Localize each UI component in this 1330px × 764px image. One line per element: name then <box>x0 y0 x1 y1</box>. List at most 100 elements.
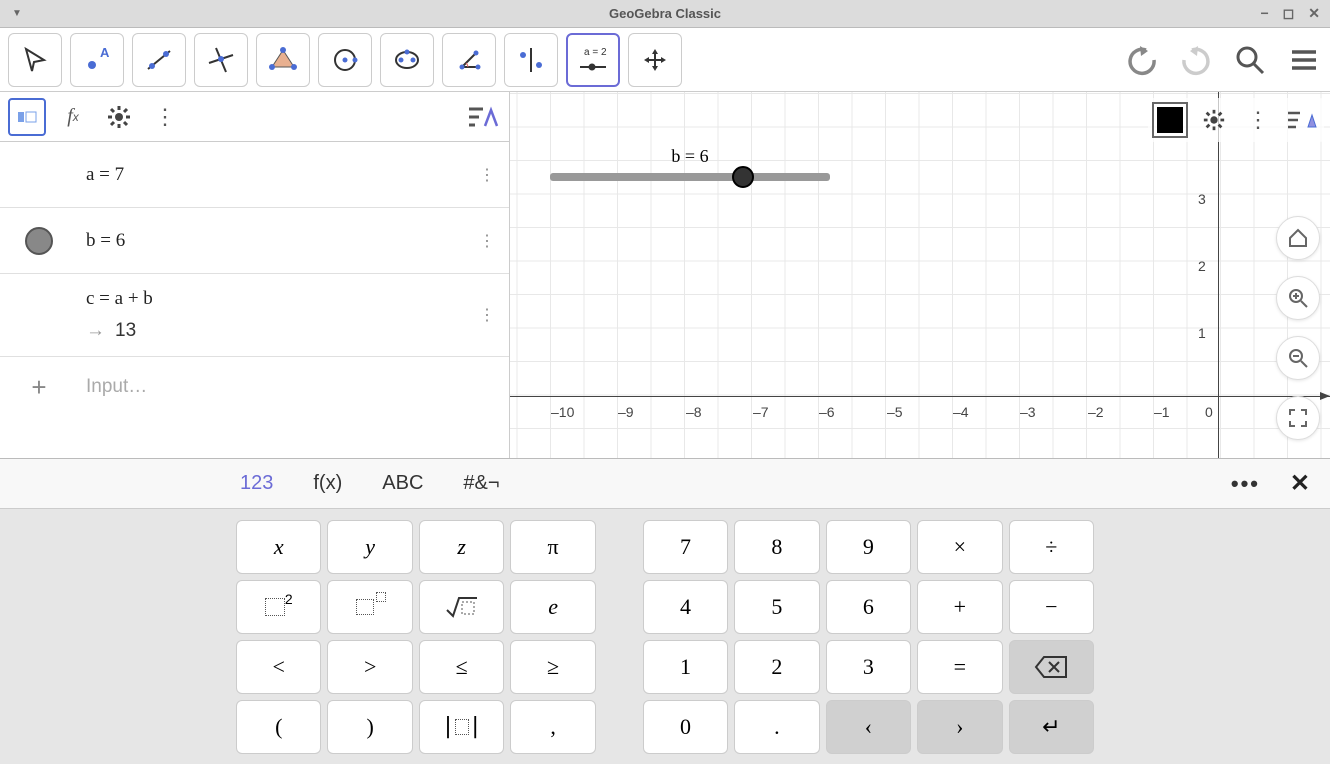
x-tick-label: –3 <box>1020 404 1036 420</box>
window-title: GeoGebra Classic <box>609 6 721 21</box>
reflect-tool[interactable] <box>504 33 558 87</box>
algebra-item-more[interactable]: ⋮ <box>465 231 509 251</box>
redo-button[interactable] <box>1178 42 1214 78</box>
algebra-item-more[interactable]: ⋮ <box>465 165 509 185</box>
add-input-button[interactable]: + <box>0 372 78 403</box>
kb-key-z[interactable]: z <box>419 520 504 574</box>
polygon-tool[interactable] <box>256 33 310 87</box>
kb-key-[interactable]: = <box>917 640 1002 694</box>
kb-key-8[interactable]: 8 <box>734 520 819 574</box>
line-tool[interactable] <box>132 33 186 87</box>
kb-key-[interactable]: . <box>734 700 819 754</box>
kb-key-9[interactable]: 9 <box>826 520 911 574</box>
kb-key-5[interactable]: 5 <box>734 580 819 634</box>
graphics-more-button[interactable]: ⋮ <box>1240 102 1276 138</box>
algebra-item-more[interactable]: ⋮ <box>465 305 509 325</box>
x-tick-label: –6 <box>819 404 835 420</box>
visibility-marble[interactable] <box>0 227 78 255</box>
kb-key-e[interactable]: e <box>510 580 595 634</box>
sort-button[interactable] <box>463 98 501 136</box>
kb-key-[interactable]: π <box>510 520 595 574</box>
algebra-input[interactable] <box>78 368 509 406</box>
kb-key-[interactable]: ↵ <box>1009 700 1094 754</box>
kb-key-4[interactable]: 4 <box>643 580 728 634</box>
kb-key-6[interactable]: 6 <box>826 580 911 634</box>
search-button[interactable] <box>1232 42 1268 78</box>
point-tool[interactable]: A <box>70 33 124 87</box>
home-button[interactable] <box>1276 216 1320 260</box>
kb-key-3[interactable]: 3 <box>826 640 911 694</box>
kb-key-[interactable]: − <box>1009 580 1094 634</box>
x-tick-label: 0 <box>1205 404 1213 420</box>
move-graphics-tool[interactable] <box>628 33 682 87</box>
kb-tab-abc[interactable]: ABC <box>382 472 423 495</box>
zoom-out-button[interactable] <box>1276 336 1320 380</box>
kb-key-2[interactable]: 2 <box>734 640 819 694</box>
kb-key-1[interactable]: 1 <box>643 640 728 694</box>
kb-key-[interactable]: > <box>327 640 412 694</box>
kb-key-[interactable]: › <box>917 700 1002 754</box>
undo-button[interactable] <box>1124 42 1160 78</box>
fullscreen-button[interactable] <box>1276 396 1320 440</box>
kb-key-x[interactable]: x <box>236 520 321 574</box>
slider-b-track[interactable] <box>550 173 830 181</box>
kb-tab-sym[interactable]: #&¬ <box>463 472 499 495</box>
kb-key-[interactable] <box>419 580 504 634</box>
app-menu-dropdown-icon[interactable]: ▼ <box>12 8 22 19</box>
kb-key-[interactable]: + <box>917 580 1002 634</box>
algebra-expression[interactable]: c = a + b→13 <box>78 274 465 356</box>
graphics-style-button[interactable] <box>1284 102 1320 138</box>
algebra-item[interactable]: c = a + b→13⋮ <box>0 274 509 357</box>
kb-tab-123[interactable]: 123 <box>240 472 273 495</box>
kb-key-[interactable]: ) <box>327 700 412 754</box>
kb-key-[interactable]: ( <box>236 700 321 754</box>
graphics-view[interactable]: –10–9–8–7–6–5–4–3–2–10123 b = 6 ⋮ <box>510 92 1330 458</box>
algebra-expression[interactable]: b = 6 <box>78 216 465 266</box>
menu-button[interactable] <box>1286 42 1322 78</box>
circle-tool[interactable] <box>318 33 372 87</box>
kb-key-[interactable]: ≥ <box>510 640 595 694</box>
settings-button[interactable] <box>100 98 138 136</box>
y-tick-label: 1 <box>1198 325 1206 341</box>
slider-b-thumb[interactable] <box>732 166 754 188</box>
slider-tool[interactable]: a = 2 <box>566 33 620 87</box>
kb-key-[interactable]: < <box>236 640 321 694</box>
kb-key-y[interactable]: y <box>327 520 412 574</box>
kb-key-[interactable] <box>327 580 412 634</box>
kb-key-[interactable]: ‹ <box>826 700 911 754</box>
x-tick-label: –1 <box>1154 404 1170 420</box>
kb-key-[interactable]: ≤ <box>419 640 504 694</box>
move-tool[interactable] <box>8 33 62 87</box>
kb-key-7[interactable]: 7 <box>643 520 728 574</box>
color-picker[interactable] <box>1152 102 1188 138</box>
zoom-in-button[interactable] <box>1276 276 1320 320</box>
kb-key-0[interactable]: 0 <box>643 700 728 754</box>
angle-tool[interactable] <box>442 33 496 87</box>
main-toolbar: A a = 2 <box>0 28 1330 92</box>
kb-key-[interactable]: × <box>917 520 1002 574</box>
graphics-settings-button[interactable] <box>1196 102 1232 138</box>
kb-key-[interactable]: ÷ <box>1009 520 1094 574</box>
kb-key-[interactable]: || <box>419 700 504 754</box>
algebra-item[interactable]: b = 6⋮ <box>0 208 509 274</box>
algebra-more-button[interactable]: ⋮ <box>146 98 184 136</box>
kb-key-[interactable]: 2 <box>236 580 321 634</box>
kb-more-button[interactable]: ••• <box>1231 471 1260 497</box>
fx-button[interactable]: fx <box>54 98 92 136</box>
x-tick-label: –10 <box>551 404 574 420</box>
kb-key-[interactable]: , <box>510 700 595 754</box>
ellipse-tool[interactable] <box>380 33 434 87</box>
algebra-view-toggle[interactable] <box>8 98 46 136</box>
algebra-result: →13 <box>86 320 457 342</box>
close-button[interactable]: ✕ <box>1308 5 1320 22</box>
perpendicular-tool[interactable] <box>194 33 248 87</box>
minimize-button[interactable]: − <box>1260 5 1268 22</box>
slider-b[interactable]: b = 6 <box>550 146 830 181</box>
kb-tab-fx[interactable]: f(x) <box>313 472 342 495</box>
kb-key-[interactable] <box>1009 640 1094 694</box>
algebra-item[interactable]: a = 7⋮ <box>0 142 509 208</box>
algebra-expression[interactable]: a = 7 <box>78 150 465 200</box>
algebra-input-row: + <box>0 357 509 417</box>
maximize-button[interactable]: ◻ <box>1283 5 1295 22</box>
kb-close-button[interactable]: ✕ <box>1290 469 1310 498</box>
